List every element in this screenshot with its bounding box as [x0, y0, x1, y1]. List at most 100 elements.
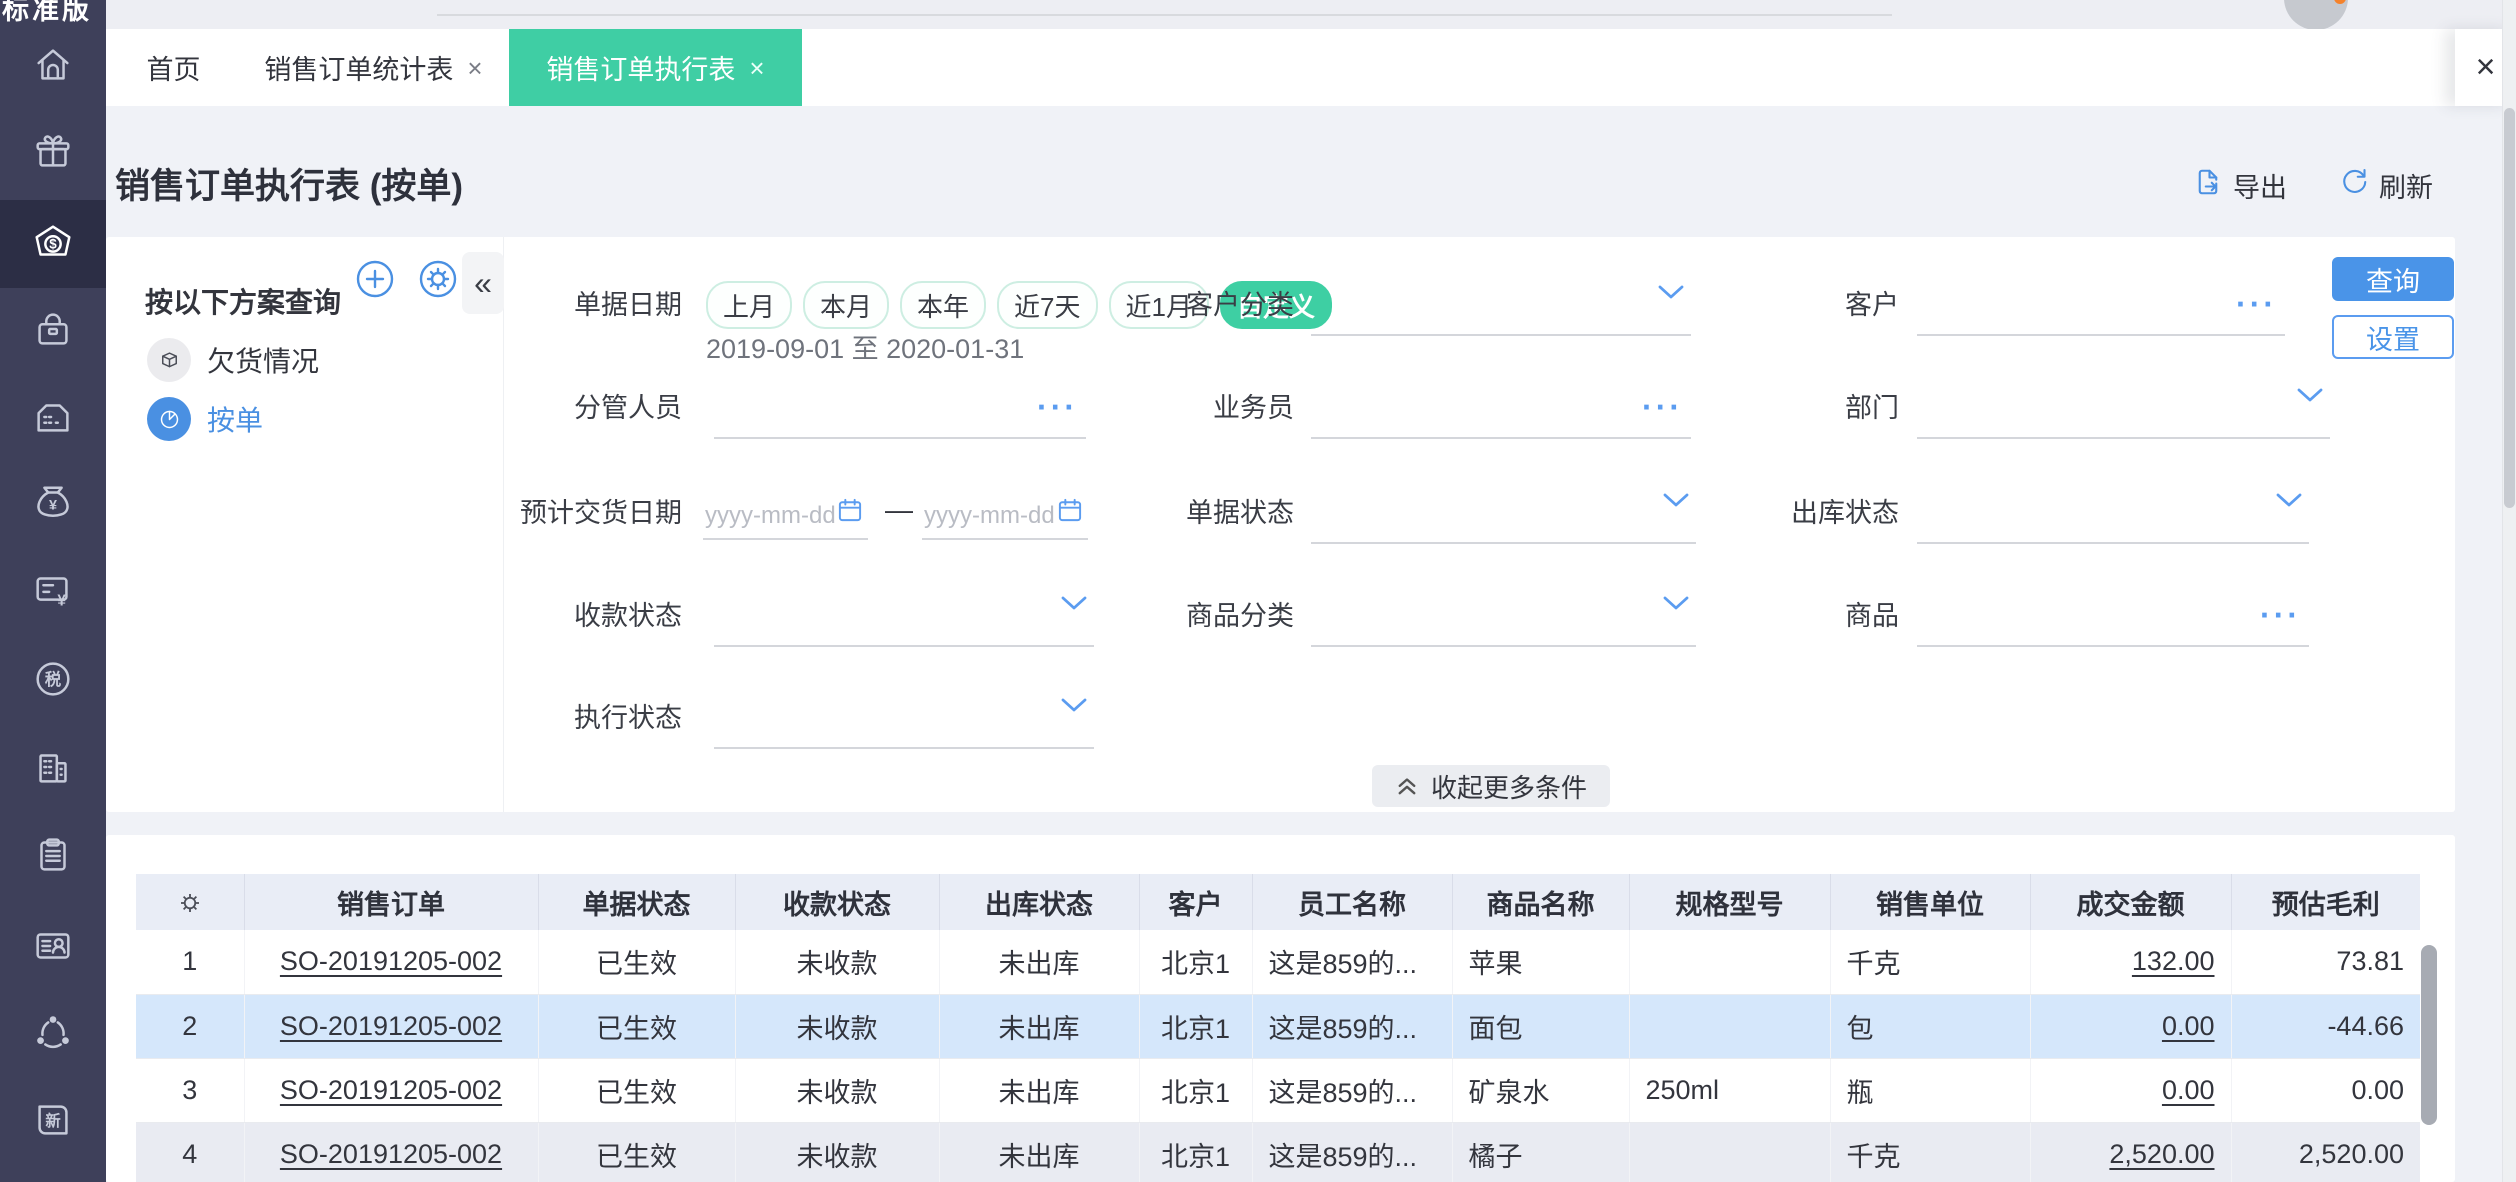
- table-row[interactable]: 4 SO-20191205-002 已生效 未收款 未出库 北京1 这是859的…: [136, 1122, 2420, 1182]
- col-unit[interactable]: 销售单位: [1830, 874, 2031, 930]
- chevron-down-icon: [1060, 595, 1088, 616]
- warehouse-icon: [30, 394, 76, 445]
- customer-category-select[interactable]: [1311, 285, 1691, 336]
- col-spec[interactable]: 规格型号: [1629, 874, 1831, 930]
- customer-category-label: 客户分类: [1186, 290, 1294, 320]
- refresh-label: 刷新: [2379, 173, 2433, 203]
- nav-company[interactable]: [0, 726, 106, 814]
- nav-billing[interactable]: ¥: [0, 548, 106, 636]
- ellipsis-icon: ···: [1642, 389, 1683, 425]
- window-scrollbar-thumb[interactable]: [2504, 108, 2515, 508]
- scheme-settings-button[interactable]: [418, 260, 458, 301]
- col-customer[interactable]: 客户: [1139, 874, 1253, 930]
- refresh-button[interactable]: 刷新: [2339, 166, 2433, 205]
- col-profit[interactable]: 预估毛利: [2231, 874, 2420, 930]
- product-cell: 苹果: [1452, 930, 1630, 995]
- product-cell: 矿泉水: [1452, 1058, 1630, 1123]
- column-settings-button[interactable]: [136, 874, 245, 930]
- scheme-item-by-order[interactable]: 按单: [147, 397, 263, 441]
- tab-sales-order-execution[interactable]: 销售订单执行表 ×: [509, 29, 802, 106]
- product-cell: 橘子: [1452, 1122, 1630, 1182]
- svg-text:¥: ¥: [57, 592, 66, 609]
- table-row[interactable]: 1 SO-20191205-002 已生效 未收款 未出库 北京1 这是859的…: [136, 930, 2420, 995]
- quick-range-last-month[interactable]: 上月: [706, 281, 793, 329]
- nav-tax[interactable]: 税: [0, 637, 106, 725]
- customer-picker[interactable]: ···: [1917, 288, 2285, 336]
- col-amount[interactable]: 成交金额: [2030, 874, 2232, 930]
- col-outbound-status[interactable]: 出库状态: [939, 874, 1140, 930]
- doc-status-select[interactable]: [1311, 493, 1696, 544]
- nav-home[interactable]: [0, 23, 106, 111]
- close-tab-icon[interactable]: ×: [467, 55, 482, 81]
- plus-icon: [355, 259, 395, 304]
- col-sales-order[interactable]: 销售订单: [244, 874, 539, 930]
- quick-range-this-year[interactable]: 本年: [900, 281, 987, 329]
- unit-cell: 千克: [1830, 1122, 2031, 1182]
- employee-cell: 这是859的...: [1252, 994, 1453, 1059]
- customer-cell: 北京1: [1139, 1122, 1253, 1182]
- payment-status-select[interactable]: [714, 596, 1094, 647]
- table-row[interactable]: 3 SO-20191205-002 已生效 未收款 未出库 北京1 这是859的…: [136, 1058, 2420, 1123]
- quick-range-this-month[interactable]: 本月: [803, 281, 890, 329]
- export-button[interactable]: 导出: [2193, 166, 2287, 205]
- col-doc-status[interactable]: 单据状态: [538, 874, 736, 930]
- col-product[interactable]: 商品名称: [1452, 874, 1630, 930]
- nav-inventory[interactable]: [0, 813, 106, 901]
- doc-status-cell: 已生效: [538, 1122, 736, 1182]
- amount-link[interactable]: 132.00: [2132, 946, 2215, 976]
- nav-gift[interactable]: [0, 110, 106, 198]
- nav-new-feature[interactable]: 新: [0, 1078, 106, 1166]
- col-employee[interactable]: 员工名称: [1252, 874, 1453, 930]
- svg-text:$: $: [49, 236, 57, 251]
- tab-home[interactable]: 首页: [106, 29, 241, 106]
- product-picker[interactable]: ···: [1917, 599, 2309, 647]
- outbound-status-cell: 未出库: [939, 930, 1140, 995]
- table-scrollbar-thumb[interactable]: [2421, 945, 2437, 1125]
- query-button[interactable]: 查询: [2332, 257, 2454, 301]
- nav-purchase[interactable]: [0, 288, 106, 376]
- export-label: 导出: [2233, 173, 2287, 203]
- chevron-down-icon: [2296, 387, 2324, 408]
- share-network-icon: [30, 1009, 76, 1060]
- sales-order-link[interactable]: SO-20191205-002: [280, 946, 502, 976]
- add-scheme-button[interactable]: [355, 259, 395, 304]
- scheme-item-shortage[interactable]: 欠货情况: [147, 338, 319, 382]
- delivery-date-end-input[interactable]: [922, 494, 1088, 540]
- sales-order-link[interactable]: SO-20191205-002: [280, 1139, 502, 1169]
- profit-cell: -44.66: [2231, 994, 2420, 1059]
- close-tab-icon[interactable]: ×: [749, 55, 764, 81]
- top-divider: [437, 14, 1892, 16]
- tab-sales-order-stats[interactable]: 销售订单统计表 ×: [241, 29, 506, 106]
- quick-range-last-7-days[interactable]: 近7天: [997, 281, 1098, 329]
- amount-link[interactable]: 0.00: [2162, 1075, 2215, 1105]
- bill-date-value[interactable]: 2019-09-01 至 2020-01-31: [706, 327, 1024, 366]
- spec-cell: [1629, 930, 1831, 995]
- doc-status-cell: 已生效: [538, 1058, 736, 1123]
- outbound-status-cell: 未出库: [939, 994, 1140, 1059]
- sales-order-link[interactable]: SO-20191205-002: [280, 1011, 502, 1041]
- amount-link[interactable]: 0.00: [2162, 1011, 2215, 1041]
- nav-sales[interactable]: $: [0, 200, 106, 288]
- user-avatar[interactable]: [2284, 0, 2348, 30]
- delivery-date-start-input[interactable]: [703, 494, 868, 540]
- top-strip: [106, 0, 2516, 30]
- settings-button[interactable]: 设置: [2332, 315, 2454, 359]
- execution-status-select[interactable]: [714, 698, 1094, 749]
- nav-warehouse[interactable]: [0, 375, 106, 463]
- col-payment-status[interactable]: 收款状态: [735, 874, 940, 930]
- row-index: 2: [136, 994, 245, 1059]
- product-cell: 面包: [1452, 994, 1630, 1059]
- amount-link[interactable]: 2,520.00: [2109, 1139, 2214, 1169]
- manager-picker[interactable]: ···: [714, 391, 1086, 439]
- outbound-status-select[interactable]: [1917, 493, 2309, 544]
- product-category-select[interactable]: [1311, 596, 1696, 647]
- department-select[interactable]: [1917, 388, 2330, 439]
- nav-share[interactable]: [0, 990, 106, 1078]
- sales-dollar-icon: $: [30, 219, 76, 270]
- table-row-selected[interactable]: 2 SO-20191205-002 已生效 未收款 未出库 北京1 这是859的…: [136, 994, 2420, 1059]
- sales-order-link[interactable]: SO-20191205-002: [280, 1075, 502, 1105]
- nav-funds[interactable]: ¥: [0, 462, 106, 550]
- collapse-more-filters-button[interactable]: 收起更多条件: [1372, 765, 1610, 807]
- salesman-picker[interactable]: ···: [1311, 391, 1691, 439]
- nav-employee[interactable]: [0, 903, 106, 991]
